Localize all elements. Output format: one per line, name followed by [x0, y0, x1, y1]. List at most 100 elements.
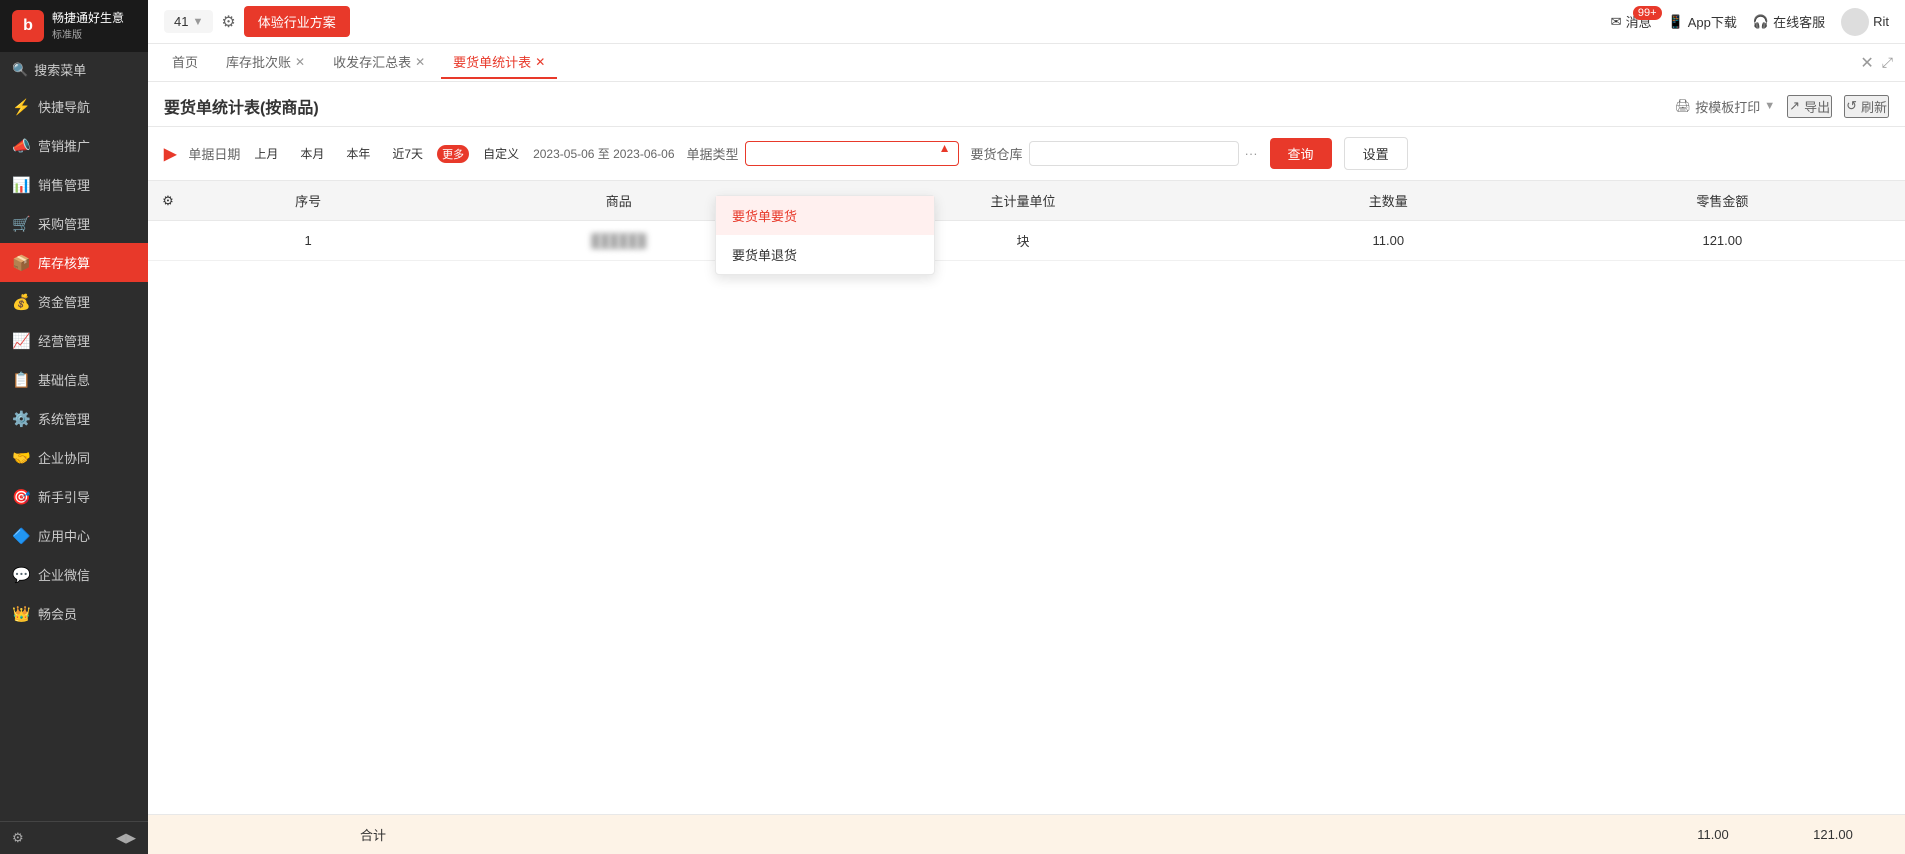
- page-header: 要货单统计表(按商品) 🖨 按模板打印 ▼ ↗ 导出 ↺ 刷新: [148, 82, 1905, 127]
- sidebar-item-inventory[interactable]: 📦 库存核算: [0, 243, 148, 282]
- guide-icon: 🎯: [12, 488, 30, 506]
- sidebar-item-sales[interactable]: 📊 销售管理: [0, 165, 148, 204]
- sidebar-item-label: 系统管理: [38, 409, 90, 428]
- more-filter-button[interactable]: ···: [1245, 146, 1258, 161]
- sidebar-logo: b 畅捷通好生意 标准版: [0, 0, 148, 52]
- user-profile[interactable]: Rit: [1841, 8, 1889, 36]
- tab-receivable-summary-close[interactable]: ✕: [415, 55, 425, 69]
- dropdown-item-order-goods[interactable]: 要货单要货: [716, 196, 934, 235]
- sidebar-item-label: 经营管理: [38, 331, 90, 350]
- sidebar-item-purchase[interactable]: 🛒 采购管理: [0, 204, 148, 243]
- messages-button[interactable]: ✉ 消息 99+: [1611, 12, 1652, 31]
- sidebar-item-app-center[interactable]: 🔷 应用中心: [0, 516, 148, 555]
- app-download-button[interactable]: 📱 App下载: [1668, 12, 1737, 31]
- type-filter-input[interactable]: [745, 141, 959, 166]
- footer-quantity: 11.00: [1653, 827, 1773, 842]
- sidebar-item-system[interactable]: ⚙️ 系统管理: [0, 399, 148, 438]
- tab-inventory-batch[interactable]: 库存批次账 ✕: [214, 46, 317, 79]
- tab-close-all-button[interactable]: ✕: [1860, 53, 1873, 73]
- row-no-cell: 1: [188, 221, 428, 261]
- sidebar-item-basic-info[interactable]: 📋 基础信息: [0, 360, 148, 399]
- logo-icon: b: [12, 10, 44, 42]
- this-year-button[interactable]: 本年: [338, 142, 378, 165]
- online-service-label: 在线客服: [1773, 12, 1825, 31]
- tab-home[interactable]: 首页: [160, 46, 210, 79]
- export-button[interactable]: ↗ 导出: [1787, 95, 1832, 118]
- sidebar-item-label: 基础信息: [38, 370, 90, 389]
- type-dropdown: 要货单要货 要货单退货: [715, 195, 935, 275]
- more-badge[interactable]: 更多: [437, 145, 469, 163]
- type-filter-group: 单据类型 ▲: [687, 141, 959, 166]
- refresh-button[interactable]: ↺ 刷新: [1844, 95, 1889, 118]
- sidebar-item-finance[interactable]: 💰 资金管理: [0, 282, 148, 321]
- operations-icon: 📈: [12, 332, 30, 350]
- trial-button[interactable]: 体验行业方案: [244, 6, 350, 37]
- refresh-icon: ↺: [1846, 98, 1857, 114]
- settings-icon[interactable]: ⚙: [12, 830, 24, 846]
- sidebar-nav: ⚡ 快捷导航 📣 营销推广 📊 销售管理 🛒 采购管理 📦 库存核算 💰 资金管…: [0, 87, 148, 821]
- row-product-name: ██████: [591, 233, 646, 248]
- query-button[interactable]: 查询: [1270, 138, 1332, 169]
- sidebar-item-operations[interactable]: 📈 经营管理: [0, 321, 148, 360]
- filter-area: ▶ 单据日期 上月 本月 本年 近7天 更多 自定义 2023-05-06 至 …: [148, 127, 1905, 181]
- sidebar-item-enterprise-wechat[interactable]: 💬 企业微信: [0, 555, 148, 594]
- tab-order-summary-close[interactable]: ✕: [535, 55, 545, 69]
- search-label: 搜索菜单: [34, 60, 86, 79]
- custom-date-button[interactable]: 自定义: [475, 142, 527, 165]
- col-header-quantity: 主数量: [1237, 181, 1540, 221]
- dropdown-item-order-return[interactable]: 要货单退货: [716, 235, 934, 274]
- sidebar-item-quick-nav[interactable]: ⚡ 快捷导航: [0, 87, 148, 126]
- print-icon: 🖨: [1675, 98, 1692, 114]
- sidebar-item-label: 营销推广: [38, 136, 90, 155]
- sidebar-item-guide[interactable]: 🎯 新手引导: [0, 477, 148, 516]
- date-filter-label: 单据日期: [188, 144, 240, 163]
- sidebar-item-enterprise[interactable]: 🤝 企业协同: [0, 438, 148, 477]
- row-settings-cell: [148, 221, 188, 261]
- tab-order-summary-label: 要货单统计表: [453, 52, 531, 71]
- tab-receivable-summary[interactable]: 收发存汇总表 ✕: [321, 46, 437, 79]
- inventory-icon: 📦: [12, 254, 30, 272]
- collapse-icon[interactable]: ◀▶: [116, 830, 136, 846]
- store-selector[interactable]: 41 ▼: [164, 10, 213, 33]
- sidebar-item-label: 库存核算: [38, 253, 90, 272]
- messages-badge: 99+: [1633, 6, 1662, 20]
- tab-expand-button[interactable]: ⤢: [1882, 54, 1893, 71]
- tab-order-summary[interactable]: 要货单统计表 ✕: [441, 46, 557, 79]
- data-table: ⚙ 序号 商品 主计量单位 主数量: [148, 181, 1905, 261]
- tab-inventory-batch-close[interactable]: ✕: [295, 55, 305, 69]
- sidebar-item-label: 销售管理: [38, 175, 90, 194]
- setting-button[interactable]: 设置: [1344, 137, 1408, 170]
- system-icon: ⚙️: [12, 410, 30, 428]
- header-actions: 🖨 按模板打印 ▼ ↗ 导出 ↺ 刷新: [1675, 95, 1889, 118]
- sidebar-item-marketing[interactable]: 📣 营销推广: [0, 126, 148, 165]
- date-range-text: 2023-05-06 至 2023-06-06: [533, 145, 674, 162]
- sales-icon: 📊: [12, 176, 30, 194]
- last-month-button[interactable]: 上月: [246, 142, 286, 165]
- col-header-settings[interactable]: ⚙: [148, 181, 188, 221]
- gear-button[interactable]: ⚙: [221, 12, 235, 32]
- purchase-icon: 🛒: [12, 215, 30, 233]
- main: 41 ▼ ⚙ 体验行业方案 ✉ 消息 99+ 📱 App下载 🎧 在线客服 R: [148, 0, 1905, 854]
- column-settings-icon: ⚙: [162, 193, 174, 208]
- sidebar-item-label: 企业协同: [38, 448, 90, 467]
- footer-label: 合计: [260, 825, 1653, 844]
- store-dropdown-icon: ▼: [192, 16, 203, 28]
- last-7-days-button[interactable]: 近7天: [384, 142, 431, 165]
- col-header-no: 序号: [188, 181, 428, 221]
- enterprise-wechat-icon: 💬: [12, 566, 30, 584]
- this-month-button[interactable]: 本月: [292, 142, 332, 165]
- page-title: 要货单统计表(按商品): [164, 94, 319, 118]
- print-button[interactable]: 🖨 按模板打印 ▼: [1675, 97, 1775, 116]
- finance-icon: 💰: [12, 293, 30, 311]
- tab-home-label: 首页: [172, 52, 198, 71]
- warehouse-filter-input[interactable]: [1029, 141, 1239, 166]
- user-name: Rit: [1873, 14, 1889, 29]
- sidebar-item-members[interactable]: 👑 畅会员: [0, 594, 148, 633]
- sidebar-search[interactable]: 🔍 搜索菜单: [0, 52, 148, 87]
- topbar-right: ✉ 消息 99+ 📱 App下载 🎧 在线客服 Rit: [1611, 8, 1889, 36]
- online-service-button[interactable]: 🎧 在线客服: [1753, 12, 1825, 31]
- filter-toggle-button[interactable]: ▶: [164, 144, 176, 164]
- col-header-amount: 零售金额: [1540, 181, 1905, 221]
- marketing-icon: 📣: [12, 137, 30, 155]
- footer-amount: 121.00: [1773, 827, 1893, 842]
